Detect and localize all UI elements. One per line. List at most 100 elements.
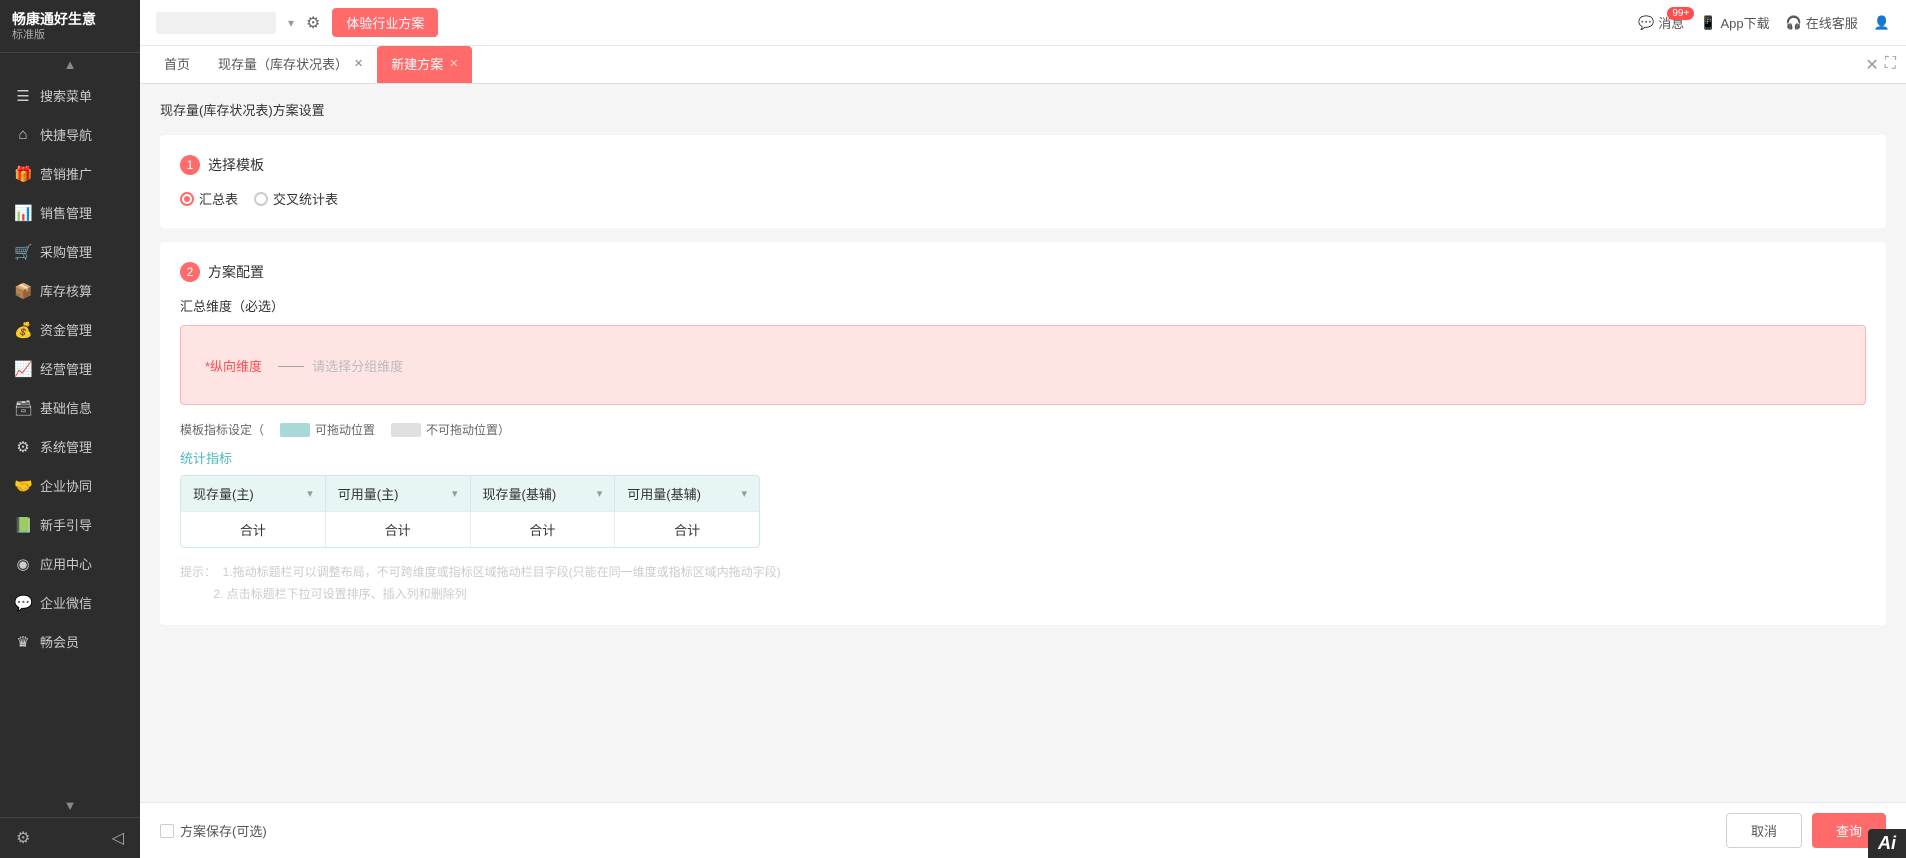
legend-non-draggable-box bbox=[391, 423, 421, 437]
sidebar-icon: 💰 bbox=[14, 321, 32, 339]
sidebar-item-label: 经营管理 bbox=[40, 359, 92, 378]
save-option-label: 方案保存(可选) bbox=[180, 821, 267, 840]
col-chevron-icon[interactable]: ▾ bbox=[597, 487, 603, 500]
sidebar-item-企业微信[interactable]: 💬企业微信 bbox=[0, 583, 140, 622]
col-chevron-icon[interactable]: ▾ bbox=[307, 487, 313, 500]
sidebar-icon: ⌂ bbox=[14, 126, 32, 143]
legend-intro-label: 模板指标设定（ bbox=[180, 421, 264, 438]
col-label: 现存量(基辅) bbox=[483, 484, 557, 503]
tab-home[interactable]: 首页 bbox=[150, 46, 204, 83]
settings-icon[interactable]: ⚙ bbox=[16, 828, 30, 848]
sidebar-item-label: 基础信息 bbox=[40, 398, 92, 417]
tabs-right-controls: ✕ ⛶ bbox=[1865, 55, 1896, 75]
step1-header: 1 选择模板 bbox=[180, 155, 1866, 175]
collapse-icon[interactable]: ◁ bbox=[112, 828, 124, 848]
sidebar-item-系统管理[interactable]: ⚙系统管理 bbox=[0, 427, 140, 466]
sidebar-item-采购管理[interactable]: 🛒采购管理 bbox=[0, 232, 140, 271]
messages-btn[interactable]: 💬 消息 99+ bbox=[1638, 13, 1684, 32]
legend-non-draggable-label: 不可拖动位置） bbox=[426, 421, 510, 438]
sidebar-item-应用中心[interactable]: ◉应用中心 bbox=[0, 544, 140, 583]
field-placeholder: 请选择分组维度 bbox=[312, 356, 403, 375]
sidebar-item-畅会员[interactable]: ♛畅会员 bbox=[0, 622, 140, 661]
search-input[interactable] bbox=[156, 12, 276, 34]
sidebar-icon: 📈 bbox=[14, 360, 32, 378]
online-service-btn[interactable]: 🎧 在线客服 bbox=[1786, 13, 1858, 32]
step2-header: 2 方案配置 bbox=[180, 262, 1866, 282]
brand-name: 畅康通好生意 bbox=[12, 10, 128, 28]
step2-num: 2 bbox=[180, 262, 200, 282]
save-option[interactable]: 方案保存(可选) bbox=[160, 821, 267, 840]
field-dash: —— bbox=[278, 358, 304, 373]
sidebar-icon: 📦 bbox=[14, 282, 32, 300]
tab-inventory-label: 现存量（库存状况表） bbox=[218, 54, 348, 73]
footer-bar: 方案保存(可选) 取消 查询 bbox=[140, 802, 1906, 858]
tab-new-scheme-close-icon[interactable]: ✕ bbox=[449, 57, 458, 70]
legend-non-draggable: 不可拖动位置） bbox=[391, 421, 510, 438]
step1-card: 1 选择模板 汇总表 交叉统计表 bbox=[160, 135, 1886, 228]
sidebar-item-label: 资金管理 bbox=[40, 320, 92, 339]
radio-summary-label: 汇总表 bbox=[199, 189, 238, 208]
user-avatar[interactable]: 👤 bbox=[1874, 15, 1890, 31]
main-area: ▾ ⚙ 体验行业方案 💬 消息 99+ 📱 App下载 🎧 在线客服 👤 bbox=[140, 0, 1906, 858]
chat-icon: 💬 bbox=[1638, 15, 1654, 31]
sidebar-item-label: 营销推广 bbox=[40, 164, 92, 183]
tab-inventory-close-icon[interactable]: ✕ bbox=[354, 57, 363, 70]
cancel-button[interactable]: 取消 bbox=[1726, 813, 1802, 848]
sidebar-item-企业协同[interactable]: 🤝企业协同 bbox=[0, 466, 140, 505]
indicator-legend: 模板指标设定（ 可拖动位置 不可拖动位置） bbox=[180, 421, 1866, 438]
sidebar-scroll-up[interactable]: ▲ bbox=[0, 53, 140, 76]
footer-buttons: 取消 查询 bbox=[1726, 813, 1886, 848]
stat-cell: 合计 bbox=[615, 512, 759, 547]
sidebar-item-经营管理[interactable]: 📈 经营管理 bbox=[0, 349, 140, 388]
sidebar-item-基础信息[interactable]: 🗃基础信息 bbox=[0, 388, 140, 427]
tab-inventory[interactable]: 现存量（库存状况表） ✕ bbox=[204, 46, 377, 83]
sidebar-item-label: 畅会员 bbox=[40, 632, 79, 651]
topbar-right: 💬 消息 99+ 📱 App下载 🎧 在线客服 👤 bbox=[1638, 13, 1890, 32]
stat-cell: 合计 bbox=[326, 512, 471, 547]
close-tab-icon[interactable]: ✕ bbox=[1865, 55, 1878, 75]
col-label: 现存量(主) bbox=[193, 484, 254, 503]
sidebar-item-资金管理[interactable]: 💰 资金管理 bbox=[0, 310, 140, 349]
tab-new-scheme[interactable]: 新建方案 ✕ bbox=[377, 46, 472, 83]
expand-tab-icon[interactable]: ⛶ bbox=[1885, 55, 1896, 75]
stat-table-header: 现存量(主)▾可用量(主)▾现存量(基辅)▾可用量(基辅)▾ bbox=[181, 476, 759, 511]
save-checkbox[interactable] bbox=[160, 824, 174, 838]
sidebar-item-label: 快捷导航 bbox=[40, 125, 92, 144]
radio-cross-label: 交叉统计表 bbox=[273, 189, 338, 208]
sidebar-item-label: 企业协同 bbox=[40, 476, 92, 495]
col-chevron-icon[interactable]: ▾ bbox=[452, 487, 458, 500]
sidebar-item-库存核算[interactable]: 📦 库存核算 bbox=[0, 271, 140, 310]
dimension-area[interactable]: *纵向维度 —— 请选择分组维度 bbox=[180, 325, 1866, 405]
step2-card: 2 方案配置 汇总维度（必选） *纵向维度 —— 请选择分组维度 模板指标设定（… bbox=[160, 242, 1886, 625]
sidebar-item-搜索菜单[interactable]: ☰搜索菜单 bbox=[0, 76, 140, 115]
sidebar-item-label: 系统管理 bbox=[40, 437, 92, 456]
tips-section: 提示： 1.拖动标题栏可以调整布局，不可跨维度或指标区域拖动栏目字段(只能在同一… bbox=[180, 562, 1866, 605]
sidebar-item-label: 库存核算 bbox=[40, 281, 92, 300]
sidebar-item-销售管理[interactable]: 📊销售管理 bbox=[0, 193, 140, 232]
sidebar-icon: 📗 bbox=[14, 516, 32, 534]
summary-dimension-label: 汇总维度（必选） bbox=[180, 296, 1866, 315]
topbar: ▾ ⚙ 体验行业方案 💬 消息 99+ 📱 App下载 🎧 在线客服 👤 bbox=[140, 0, 1906, 46]
topbar-chevron-icon[interactable]: ▾ bbox=[288, 16, 294, 30]
ai-badge[interactable]: Ai bbox=[1868, 829, 1906, 858]
topbar-gear-icon[interactable]: ⚙ bbox=[306, 13, 320, 33]
app-download-btn[interactable]: 📱 App下载 bbox=[1700, 13, 1769, 32]
radio-summary-table[interactable]: 汇总表 bbox=[180, 189, 238, 208]
sidebar-icon: 🎁 bbox=[14, 165, 32, 183]
sidebar-item-快捷导航[interactable]: ⌂ 快捷导航 bbox=[0, 115, 140, 154]
user-icon: 👤 bbox=[1874, 15, 1890, 31]
stat-section-label: 统计指标 bbox=[180, 448, 1866, 467]
tabs-bar: 首页 现存量（库存状况表） ✕ 新建方案 ✕ ✕ ⛶ bbox=[140, 46, 1906, 84]
radio-cross-dot bbox=[254, 192, 268, 206]
col-chevron-icon[interactable]: ▾ bbox=[741, 487, 747, 500]
stat-cell: 合计 bbox=[181, 512, 326, 547]
industry-btn[interactable]: 体验行业方案 bbox=[332, 8, 438, 37]
template-radio-group: 汇总表 交叉统计表 bbox=[180, 189, 1866, 208]
radio-summary-dot bbox=[180, 192, 194, 206]
stat-col-header: 现存量(基辅) ▾ bbox=[471, 476, 616, 511]
sidebar-icon: ☰ bbox=[14, 87, 32, 105]
sidebar-item-新手引导[interactable]: 📗新手引导 bbox=[0, 505, 140, 544]
radio-cross-table[interactable]: 交叉统计表 bbox=[254, 189, 338, 208]
sidebar-scroll-down[interactable]: ▼ bbox=[0, 794, 140, 817]
sidebar-item-营销推广[interactable]: 🎁 营销推广 bbox=[0, 154, 140, 193]
